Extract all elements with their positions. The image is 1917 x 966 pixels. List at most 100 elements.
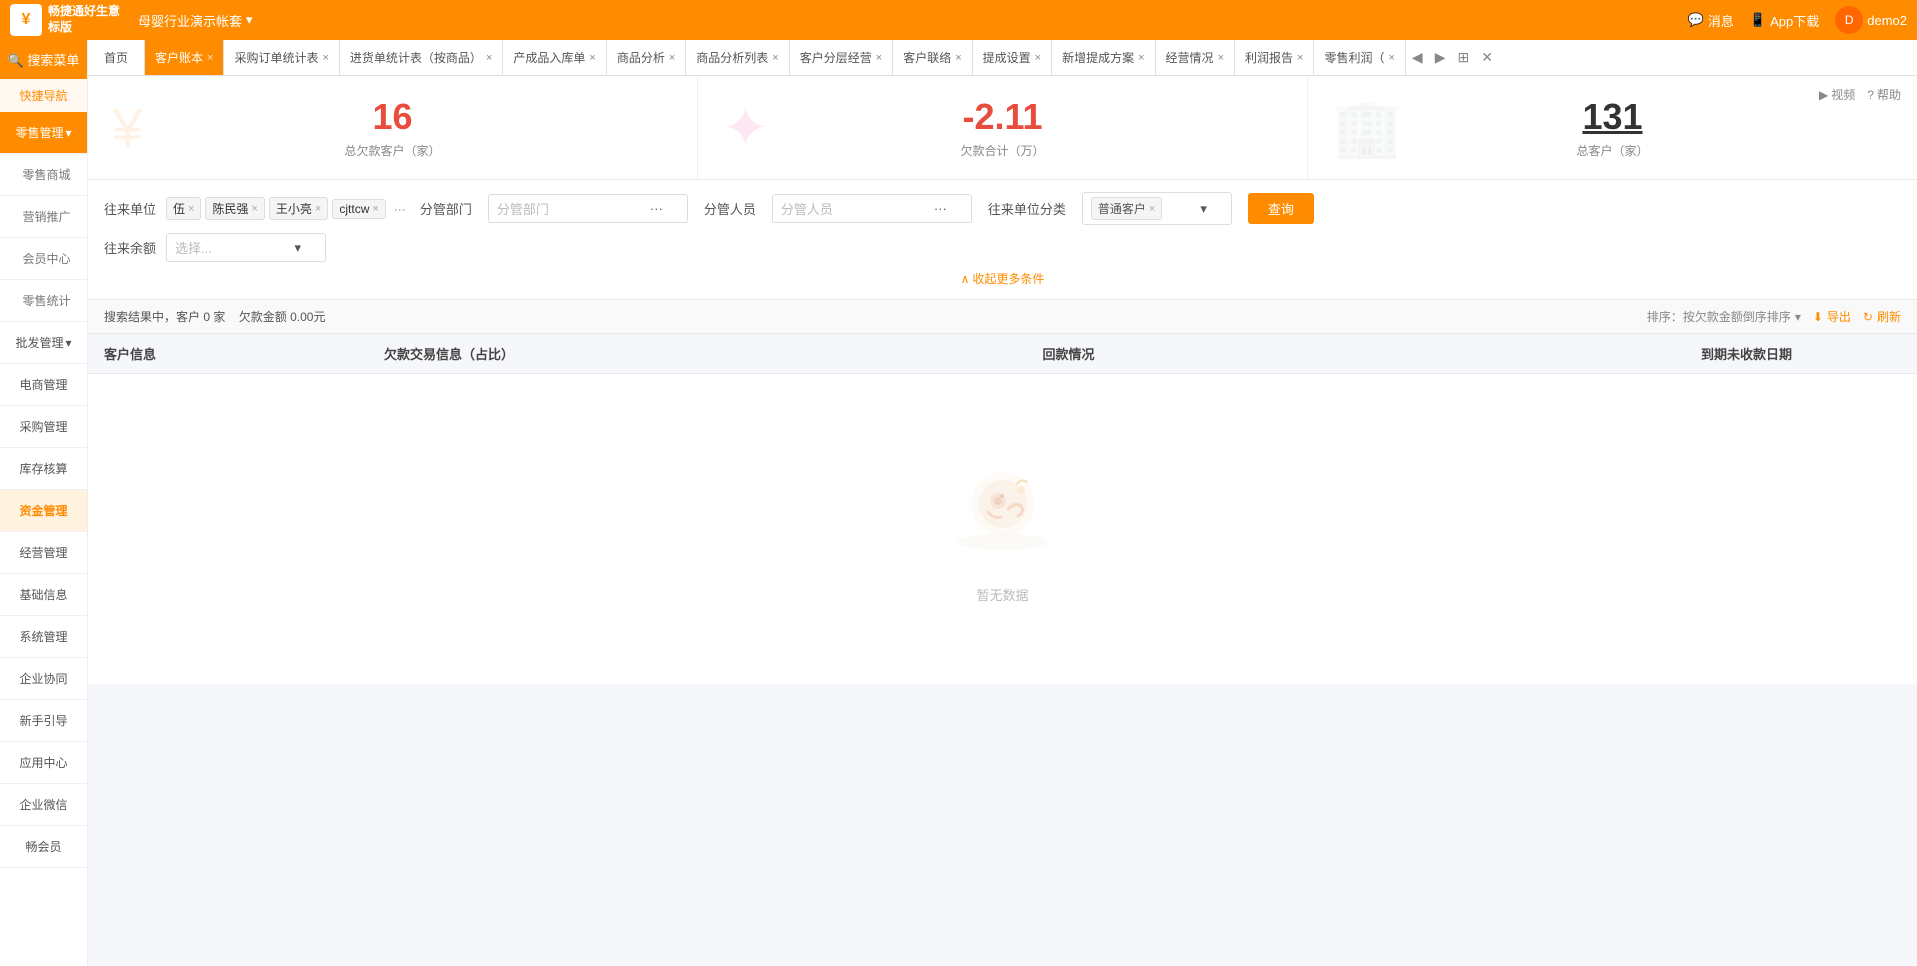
tab-close-btn[interactable]: × bbox=[589, 52, 595, 64]
stat2-label: 欠款合计（万） bbox=[960, 142, 1044, 159]
sidebar-item-ecommerce[interactable]: 电商管理 bbox=[0, 364, 87, 406]
query-button[interactable]: 查询 bbox=[1248, 193, 1314, 224]
stat-debt-amount: ✦ -2.11 欠款合计（万） bbox=[697, 76, 1307, 179]
tab-customer-ledger[interactable]: 客户账本 × bbox=[145, 40, 224, 76]
unit-category-label: 往来单位分类 bbox=[988, 199, 1066, 218]
tab-close-all-btn[interactable]: ✕ bbox=[1475, 49, 1499, 66]
tab-close-btn[interactable]: × bbox=[1218, 52, 1224, 64]
sidebar-item-vip-member[interactable]: 畅会员 bbox=[0, 826, 87, 868]
tab-bar: 首页 客户账本 × 采购订单统计表 × 进货单统计表（按商品） × 产成品入库单… bbox=[88, 40, 1917, 76]
tab-retail-profit[interactable]: 零售利润（ × bbox=[1314, 40, 1405, 76]
more-btn[interactable]: ··· bbox=[650, 201, 663, 216]
tab-home[interactable]: 首页 bbox=[88, 40, 145, 76]
tab-close-btn[interactable]: × bbox=[322, 52, 328, 64]
tab-business-status[interactable]: 经营情况 × bbox=[1156, 40, 1235, 76]
export-btn[interactable]: ⬇ 导出 bbox=[1813, 308, 1851, 325]
sidebar-item-enterprise-collab[interactable]: 企业协同 bbox=[0, 658, 87, 700]
tab-customer-segmentation[interactable]: 客户分层经营 × bbox=[790, 40, 893, 76]
result-actions: 排序：按欠款金额倒序排序 ▾ ⬇ 导出 ↻ 刷新 bbox=[1647, 308, 1901, 325]
remove-category-tag[interactable]: × bbox=[1149, 203, 1155, 215]
stat2-number: -2.11 bbox=[962, 96, 1042, 138]
table-header: 客户信息 欠款交易信息（占比） 回款情况 到期未收款日期 bbox=[88, 334, 1917, 374]
tab-close-btn[interactable]: × bbox=[486, 52, 492, 64]
remove-tag-0[interactable]: × bbox=[188, 203, 194, 215]
sidebar-item-retail-stats[interactable]: 零售统计 bbox=[0, 280, 87, 322]
tab-profit-report[interactable]: 利润报告 × bbox=[1235, 40, 1314, 76]
tab-purchase-stats-by-product[interactable]: 进货单统计表（按商品） × bbox=[340, 40, 503, 76]
stats-area: ¥ 16 总欠款客户（家） ✦ -2.11 欠款合计（万） bbox=[88, 76, 1917, 180]
messages-btn[interactable]: 💬 消息 bbox=[1688, 11, 1734, 30]
tab-close-btn[interactable]: × bbox=[955, 52, 961, 64]
quick-nav[interactable]: 快捷导航 bbox=[0, 79, 87, 112]
sidebar: 🔍 搜索菜单 快捷导航 零售管理 ▾ 零售商城 营销推广 会员中心 bbox=[0, 40, 88, 966]
tab-purchase-order-stats[interactable]: 采购订单统计表 × bbox=[224, 40, 339, 76]
sidebar-item-purchase[interactable]: 采购管理 bbox=[0, 406, 87, 448]
balance-select[interactable]: 选择... ▾ bbox=[166, 233, 326, 262]
sidebar-item-enterprise-wechat[interactable]: 企业微信 bbox=[0, 784, 87, 826]
sidebar-item-wholesale[interactable]: 批发管理 ▾ bbox=[0, 322, 87, 364]
sidebar-item-operations[interactable]: 经营管理 bbox=[0, 532, 87, 574]
remove-tag-2[interactable]: × bbox=[315, 203, 321, 215]
sidebar-item-marketing[interactable]: 营销推广 bbox=[0, 196, 87, 238]
more-btn2[interactable]: ··· bbox=[934, 201, 947, 216]
sort-dropdown[interactable]: 排序：按欠款金额倒序排序 ▾ bbox=[1647, 308, 1801, 325]
collapse-btn[interactable]: ∧ 收起更多条件 bbox=[961, 270, 1045, 287]
sidebar-item-basic-info[interactable]: 基础信息 bbox=[0, 574, 87, 616]
result-info: 搜索结果中，客户 0 家 欠款金额 0.00元 bbox=[104, 308, 325, 325]
tab-close-btn[interactable]: × bbox=[772, 52, 778, 64]
chevron-down-icon: ▾ bbox=[294, 240, 301, 256]
page-content: ¥ 16 总欠款客户（家） ✦ -2.11 欠款合计（万） bbox=[88, 76, 1917, 966]
tab-add-promotion-plan[interactable]: 新增提成方案 × bbox=[1052, 40, 1155, 76]
tab-expand-btn[interactable]: ⊞ bbox=[1451, 49, 1475, 66]
col-repayment: 回款情况 bbox=[1043, 344, 1702, 363]
dept-select[interactable]: 分管部门 ··· bbox=[488, 194, 688, 223]
help-btn[interactable]: ? 帮助 bbox=[1867, 86, 1901, 103]
unit-tag-3: cjttcw × bbox=[332, 199, 385, 219]
tab-next-btn[interactable]: ▶ bbox=[1429, 49, 1452, 66]
tab-product-cost-entry[interactable]: 产成品入库单 × bbox=[503, 40, 606, 76]
dept-filter-label: 分管部门 bbox=[420, 199, 472, 218]
tab-close-btn[interactable]: × bbox=[1138, 52, 1144, 64]
sidebar-search[interactable]: 🔍 搜索菜单 bbox=[0, 40, 87, 79]
refresh-btn[interactable]: ↻ 刷新 bbox=[1863, 308, 1901, 325]
tab-close-btn[interactable]: × bbox=[1388, 52, 1394, 64]
user-menu[interactable]: D demo2 bbox=[1835, 6, 1907, 34]
sidebar-item-retail-mall[interactable]: 零售商城 bbox=[0, 154, 87, 196]
stat1-number: 16 bbox=[372, 96, 412, 138]
tab-prev-btn[interactable]: ◀ bbox=[1406, 49, 1429, 66]
video-help-btn[interactable]: ▶ 视频 bbox=[1819, 86, 1855, 103]
unit-tag-1: 陈民强 × bbox=[205, 197, 264, 220]
sidebar-item-new-guide[interactable]: 新手引导 bbox=[0, 700, 87, 742]
tab-promotion-settings[interactable]: 提成设置 × bbox=[973, 40, 1052, 76]
unit-category-select[interactable]: 普通客户 × ▾ bbox=[1082, 192, 1232, 225]
table-container: 客户信息 欠款交易信息（占比） 回款情况 到期未收款日期 bbox=[88, 334, 1917, 684]
empty-icon bbox=[943, 454, 1063, 573]
unit-tag-0: 伍 × bbox=[166, 197, 201, 220]
tab-close-btn[interactable]: × bbox=[207, 52, 213, 64]
tab-customer-contact[interactable]: 客户联络 × bbox=[893, 40, 972, 76]
remove-tag-3[interactable]: × bbox=[372, 203, 378, 215]
chevron-down-icon: ▾ bbox=[1795, 310, 1801, 324]
tab-close-btn[interactable]: × bbox=[1035, 52, 1041, 64]
account-dropdown[interactable]: 母婴行业演示帐套 ▾ bbox=[130, 7, 261, 34]
tab-close-btn[interactable]: × bbox=[876, 52, 882, 64]
col-customer-info: 客户信息 bbox=[104, 344, 384, 363]
sidebar-item-inventory[interactable]: 库存核算 bbox=[0, 448, 87, 490]
sidebar-item-app-center[interactable]: 应用中心 bbox=[0, 742, 87, 784]
sidebar-item-retail-management[interactable]: 零售管理 ▾ bbox=[0, 112, 87, 154]
balance-filter-label: 往来余额 bbox=[104, 238, 156, 257]
unit-tag-2: 王小亮 × bbox=[269, 197, 328, 220]
tab-product-analysis[interactable]: 商品分析 × bbox=[607, 40, 686, 76]
tab-close-btn[interactable]: × bbox=[1297, 52, 1303, 64]
sidebar-item-finance[interactable]: 资金管理 bbox=[0, 490, 87, 532]
more-tags-btn[interactable]: ··· bbox=[390, 200, 410, 218]
app-download-btn[interactable]: 📱 App下载 bbox=[1750, 11, 1819, 30]
tab-close-btn[interactable]: × bbox=[669, 52, 675, 64]
chevron-up-icon: ∧ bbox=[961, 272, 970, 286]
sidebar-item-member-center[interactable]: 会员中心 bbox=[0, 238, 87, 280]
tab-product-analysis-list[interactable]: 商品分析列表 × bbox=[686, 40, 789, 76]
remove-tag-1[interactable]: × bbox=[251, 203, 257, 215]
stat-debt-customers: ¥ 16 总欠款客户（家） bbox=[88, 76, 697, 179]
person-select[interactable]: 分管人员 ··· bbox=[772, 194, 972, 223]
sidebar-item-system[interactable]: 系统管理 bbox=[0, 616, 87, 658]
